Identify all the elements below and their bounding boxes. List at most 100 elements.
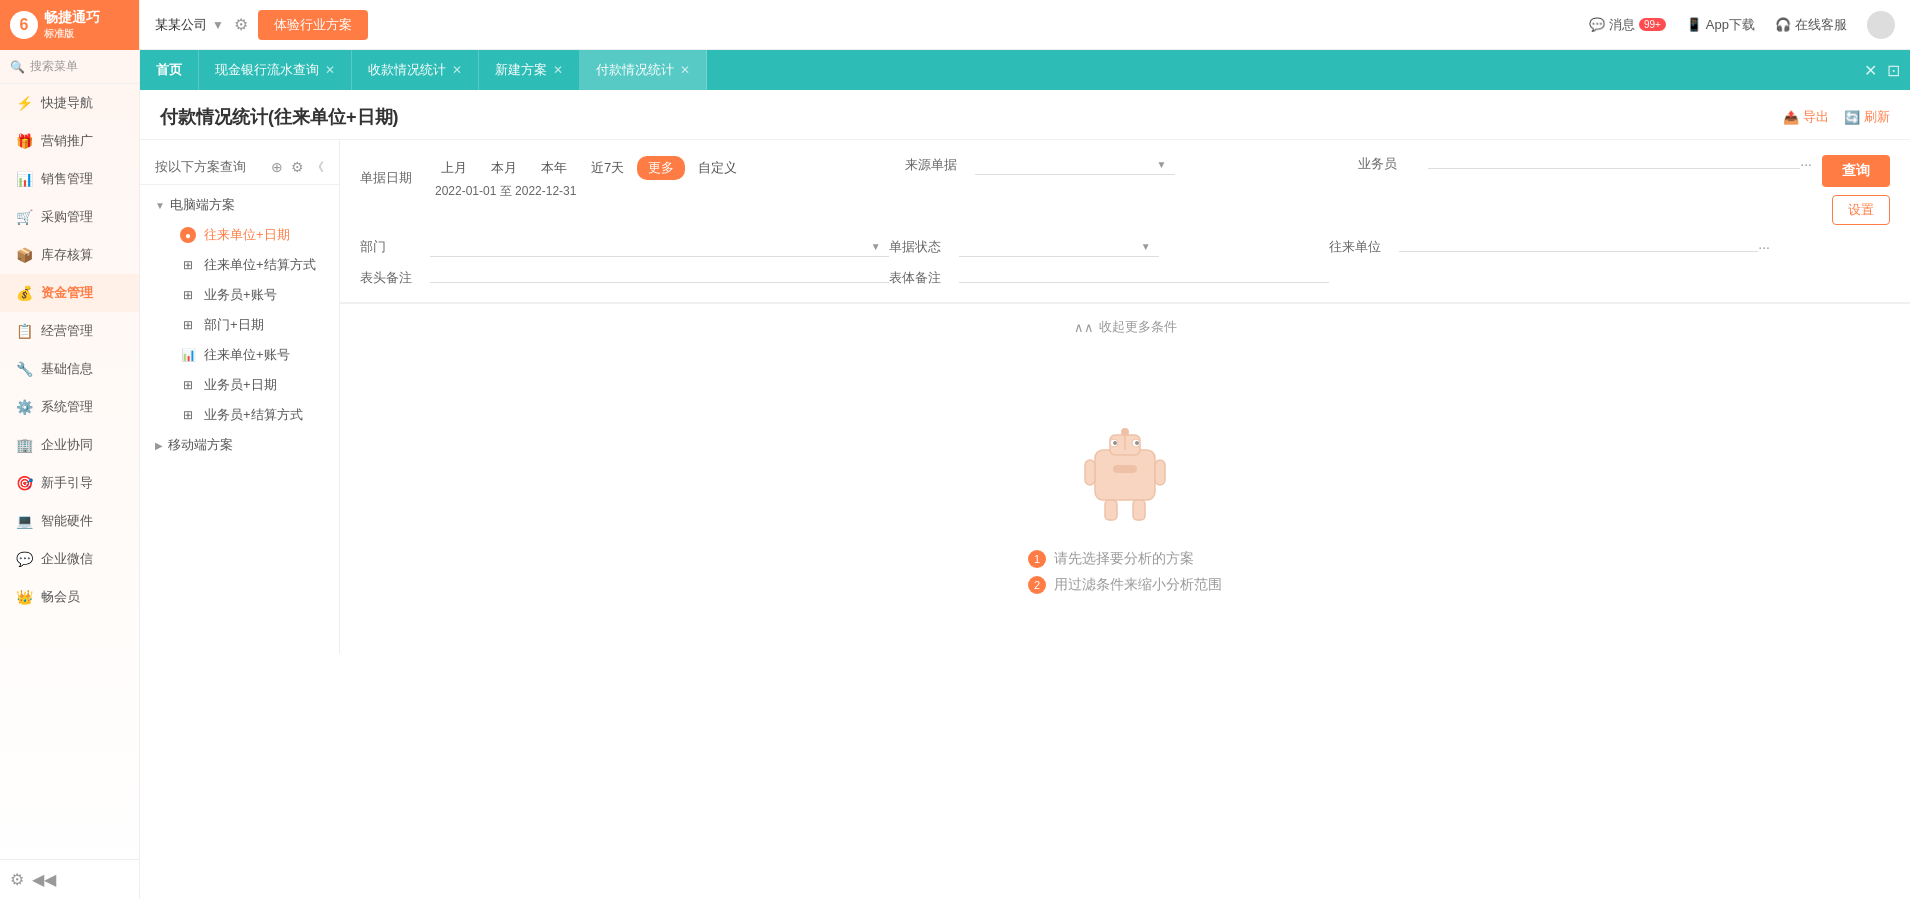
scheme-group-desktop-header[interactable]: ▼ 电脑端方案 bbox=[140, 190, 339, 220]
scheme-item-staff-account[interactable]: ⊞ 业务员+账号 bbox=[150, 280, 339, 310]
maximize-icon[interactable]: ⊡ bbox=[1887, 61, 1900, 80]
filter-row-3: 表头备注 表体备注 bbox=[360, 269, 1890, 287]
company-selector[interactable]: 某某公司 ▼ bbox=[155, 16, 224, 34]
sidebar-item-hardware[interactable]: 💻 智能硬件 bbox=[0, 502, 139, 540]
scheme-group-mobile-header[interactable]: ▶ 移动端方案 bbox=[140, 430, 339, 460]
sidebar-item-member[interactable]: 👑 畅会员 bbox=[0, 578, 139, 616]
hint-text-2: 用过滤条件来缩小分析范围 bbox=[1054, 576, 1222, 594]
tab-receipts-close[interactable]: ✕ bbox=[452, 63, 462, 77]
scheme-table-icon: ⊞ bbox=[180, 407, 196, 423]
mobile-arrow-icon: ▶ bbox=[155, 440, 163, 451]
sidebar-item-operations[interactable]: 📋 经营管理 bbox=[0, 312, 139, 350]
close-tab-icon[interactable]: ✕ bbox=[1864, 61, 1877, 80]
tab-home[interactable]: 首页 bbox=[140, 50, 199, 90]
scheme-item-partner-date[interactable]: ● 往来单位+日期 bbox=[150, 220, 339, 250]
main-area: 某某公司 ▼ ⚙ 体验行业方案 💬 消息 99+ 📱 App下载 🎧 在线客服 bbox=[140, 0, 1910, 899]
sidebar-item-system[interactable]: ⚙️ 系统管理 bbox=[0, 388, 139, 426]
sidebar-item-label: 快捷导航 bbox=[41, 94, 93, 112]
docstatus-select[interactable]: ▼ bbox=[959, 237, 1159, 257]
date-more[interactable]: 更多 bbox=[637, 156, 685, 180]
sidebar-item-basic[interactable]: 🔧 基础信息 bbox=[0, 350, 139, 388]
tab-bank[interactable]: 现金银行流水查询 ✕ bbox=[199, 50, 352, 90]
sidebar-logo: 6 畅捷通巧 标准版 bbox=[0, 0, 139, 50]
export-button[interactable]: 📤 导出 bbox=[1783, 108, 1829, 126]
tab-new-scheme[interactable]: 新建方案 ✕ bbox=[479, 50, 580, 90]
scheme-item-partner-account[interactable]: 📊 往来单位+账号 bbox=[150, 340, 339, 370]
app-name-text: 畅捷通巧 标准版 bbox=[44, 9, 100, 41]
online-service-button[interactable]: 🎧 在线客服 bbox=[1775, 16, 1847, 34]
refresh-button[interactable]: 🔄 刷新 bbox=[1844, 108, 1890, 126]
sidebar-item-label: 企业微信 bbox=[41, 550, 93, 568]
tab-receipts[interactable]: 收款情况统计 ✕ bbox=[352, 50, 479, 90]
scheme-item-label: 业务员+账号 bbox=[204, 286, 277, 304]
sidebar-item-enterprise[interactable]: 🏢 企业协同 bbox=[0, 426, 139, 464]
search-menu-button[interactable]: 🔍 搜索菜单 bbox=[10, 58, 129, 75]
page-title: 付款情况统计(往来单位+日期) bbox=[160, 105, 399, 129]
date-range-display: 2022-01-01 至 2022-12-31 bbox=[430, 183, 748, 200]
sidebar-item-sales[interactable]: 📊 销售管理 bbox=[0, 160, 139, 198]
trial-button[interactable]: 体验行业方案 bbox=[258, 10, 368, 40]
scheme-item-label: 往来单位+结算方式 bbox=[204, 256, 316, 274]
sidebar-item-inventory[interactable]: 📦 库存核算 bbox=[0, 236, 139, 274]
scheme-table-icon: ⊞ bbox=[180, 257, 196, 273]
header-settings-icon[interactable]: ⚙ bbox=[234, 15, 248, 34]
collapse-sidebar-icon[interactable]: ◀◀ bbox=[32, 870, 56, 889]
head-note-label: 表头备注 bbox=[360, 269, 430, 287]
partner-more-icon[interactable]: ··· bbox=[1758, 239, 1770, 255]
staff-more-icon[interactable]: ··· bbox=[1800, 156, 1812, 172]
add-scheme-icon[interactable]: ⊕ bbox=[271, 159, 283, 175]
date-custom[interactable]: 自定义 bbox=[687, 155, 748, 181]
date-label: 单据日期 bbox=[360, 169, 430, 187]
date-last-month[interactable]: 上月 bbox=[430, 155, 478, 181]
notification-button[interactable]: 💬 消息 99+ bbox=[1589, 16, 1666, 34]
scheme-item-staff-settle[interactable]: ⊞ 业务员+结算方式 bbox=[150, 400, 339, 430]
date-this-month[interactable]: 本月 bbox=[480, 155, 528, 181]
sidebar-item-label: 畅会员 bbox=[41, 588, 80, 606]
scheme-group-mobile: ▶ 移动端方案 bbox=[140, 430, 339, 460]
svg-rect-11 bbox=[1105, 500, 1117, 520]
sidebar-item-quick-nav[interactable]: ⚡ 快捷导航 bbox=[0, 84, 139, 122]
scheme-item-partner-settle[interactable]: ⊞ 往来单位+结算方式 bbox=[150, 250, 339, 280]
sidebar-item-label: 智能硬件 bbox=[41, 512, 93, 530]
tab-new-scheme-close[interactable]: ✕ bbox=[553, 63, 563, 77]
svg-point-7 bbox=[1135, 441, 1139, 445]
tab-home-label: 首页 bbox=[156, 61, 182, 79]
body-note-input[interactable] bbox=[959, 274, 1330, 283]
sidebar-item-purchase[interactable]: 🛒 采购管理 bbox=[0, 198, 139, 236]
sidebar-item-capital[interactable]: 💰 资金管理 bbox=[0, 274, 139, 312]
head-note-input[interactable] bbox=[430, 274, 889, 283]
source-select[interactable]: ▼ bbox=[975, 155, 1175, 175]
search-menu-area[interactable]: 🔍 搜索菜单 bbox=[0, 50, 139, 84]
enterprise-icon: 🏢 bbox=[15, 436, 33, 454]
set-button[interactable]: 设置 bbox=[1832, 195, 1890, 225]
scheme-item-label: 往来单位+账号 bbox=[204, 346, 290, 364]
user-avatar[interactable] bbox=[1867, 11, 1895, 39]
tab-payments-close[interactable]: ✕ bbox=[680, 63, 690, 77]
filter-date-section: 单据日期 上月 本月 本年 近7天 更多 自定义 bbox=[360, 155, 905, 200]
header-right: 💬 消息 99+ 📱 App下载 🎧 在线客服 bbox=[1589, 11, 1895, 39]
settings-bottom-icon[interactable]: ⚙ bbox=[10, 870, 24, 889]
dept-select[interactable]: ▼ bbox=[430, 237, 889, 257]
sidebar-item-wechat[interactable]: 💬 企业微信 bbox=[0, 540, 139, 578]
app-download-button[interactable]: 📱 App下载 bbox=[1686, 16, 1755, 34]
scheme-chart-icon: 📊 bbox=[180, 347, 196, 363]
tab-payments[interactable]: 付款情况统计 ✕ bbox=[580, 50, 707, 90]
query-button[interactable]: 查询 bbox=[1822, 155, 1890, 187]
collapse-button[interactable]: ∧∧ 收起更多条件 bbox=[1066, 310, 1185, 344]
scheme-group-desktop: ▼ 电脑端方案 ● 往来单位+日期 ⊞ 往来单位+结算方式 bbox=[140, 190, 339, 430]
app-subtitle: 标准版 bbox=[44, 27, 100, 41]
sidebar-item-marketing[interactable]: 🎁 营销推广 bbox=[0, 122, 139, 160]
date-7days[interactable]: 近7天 bbox=[580, 155, 635, 181]
scheme-active-icon: ● bbox=[180, 227, 196, 243]
tab-bank-label: 现金银行流水查询 bbox=[215, 61, 319, 79]
filter-and-content: 单据日期 上月 本月 本年 近7天 更多 自定义 bbox=[340, 140, 1910, 654]
scheme-item-staff-date[interactable]: ⊞ 业务员+日期 bbox=[150, 370, 339, 400]
scheme-item-dept-date[interactable]: ⊞ 部门+日期 bbox=[150, 310, 339, 340]
date-this-year[interactable]: 本年 bbox=[530, 155, 578, 181]
collapse-scheme-icon[interactable]: 《 bbox=[312, 159, 324, 176]
tab-bank-close[interactable]: ✕ bbox=[325, 63, 335, 77]
empty-state-container: 1 请先选择要分析的方案 2 用过滤条件来缩小分析范围 bbox=[340, 350, 1910, 654]
settings-scheme-icon[interactable]: ⚙ bbox=[291, 159, 304, 175]
empty-state: 1 请先选择要分析的方案 2 用过滤条件来缩小分析范围 bbox=[1028, 550, 1222, 594]
sidebar-item-guide[interactable]: 🎯 新手引导 bbox=[0, 464, 139, 502]
